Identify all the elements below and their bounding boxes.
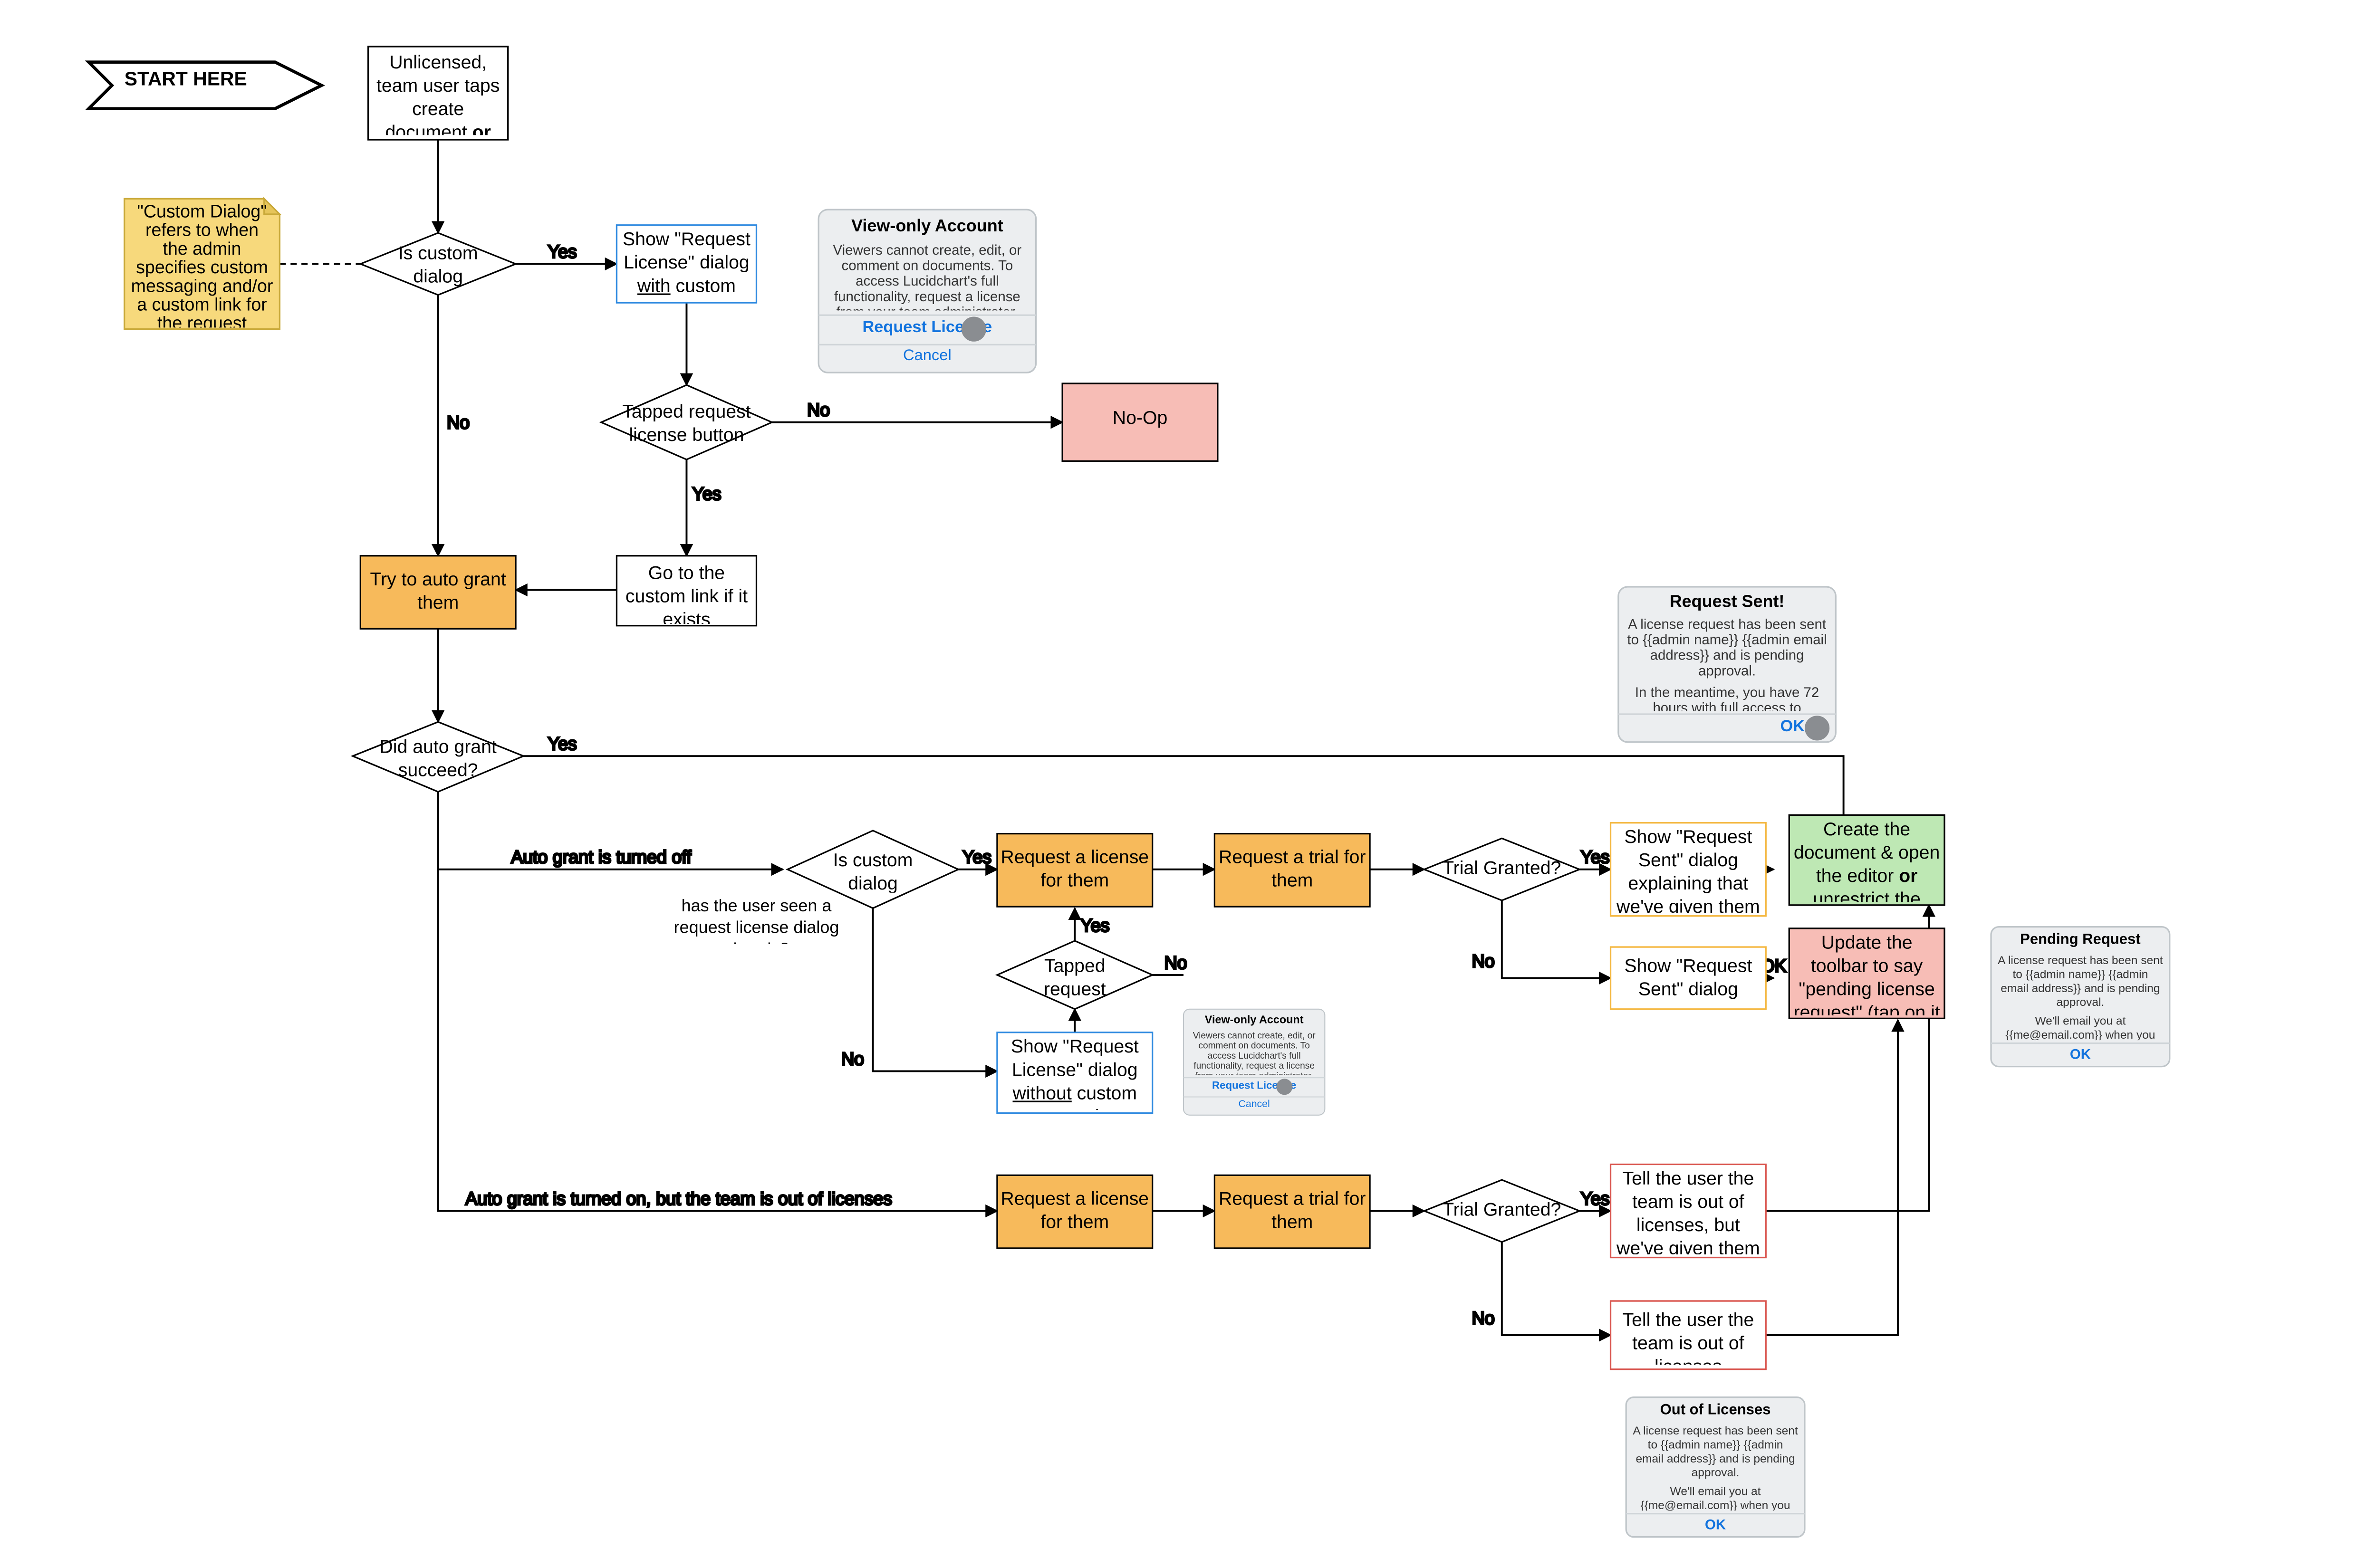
label-yes: Yes: [548, 241, 577, 261]
start-label: START HERE: [96, 68, 275, 90]
tap-indicator-icon: [1276, 1079, 1292, 1095]
node-show-with: Show "Request License" dialog with custo…: [616, 225, 756, 303]
node-create: Create the document & open the editor or…: [1789, 815, 1944, 905]
mock-request-license-btn[interactable]: Request License: [827, 318, 1029, 337]
node-custom-link: Go to the custom link if it exists: [616, 556, 756, 626]
label-no-3: No: [1472, 951, 1495, 971]
mock-out-of-licenses: Out of Licenses A license request has be…: [1626, 1397, 1805, 1537]
mock-pending-ok-btn[interactable]: OK: [1997, 1046, 2164, 1062]
node-sent-trial: Show "Request Sent" dialog explaining th…: [1611, 823, 1766, 916]
label-yes-4: Yes: [962, 847, 991, 867]
label-auto-off: Auto grant is turned off: [511, 847, 692, 867]
mock-sent-ok-btn[interactable]: OK: [1626, 717, 1805, 736]
node-show-without: Show "Request License" dialog without cu…: [997, 1033, 1153, 1113]
flow-diagram: Yes No Yes No Yes Auto grant is turned o…: [0, 0, 2367, 1568]
node-try-auto: Try to auto grant them: [360, 556, 516, 629]
node-req-license-1: Request a license for them: [997, 834, 1153, 907]
label-yes-3: Yes: [548, 734, 577, 754]
node-tapped-2: Tapped request license button: [997, 941, 1153, 1009]
note-text: "Custom Dialog" refers to when the admin…: [131, 203, 274, 327]
mock-request-license-btn-small[interactable]: Request License: [1189, 1080, 1320, 1091]
label-yes-5: Yes: [1580, 847, 1609, 867]
node-req-trial-2: Request a trial for them: [1214, 1175, 1370, 1248]
mock-cancel-btn-small[interactable]: Cancel: [1189, 1099, 1320, 1110]
start-arrow: START HERE: [89, 62, 322, 109]
mock-pending-request: Pending Request A license request has be…: [1991, 927, 2170, 1067]
label-no-6: No: [1472, 1308, 1495, 1328]
label-no-5: No: [1164, 953, 1187, 973]
node-req-trial-1: Request a trial for them: [1214, 834, 1370, 907]
label-no-4: No: [841, 1049, 864, 1069]
label-yes-6: Yes: [1080, 915, 1109, 935]
sticky-note: "Custom Dialog" refers to when the admin…: [125, 199, 280, 329]
node-out-trial: Tell the user the team is out of license…: [1611, 1164, 1766, 1257]
node-trial-1: Trial Granted?: [1424, 838, 1579, 900]
node-start: Unlicensed, team user taps create docume…: [368, 47, 508, 140]
mock-cancel-btn[interactable]: Cancel: [827, 348, 1029, 365]
node-did-auto: Did auto grant succeed?: [353, 722, 523, 792]
label-yes-2: Yes: [692, 484, 721, 504]
node-custom-dialog-1: Is custom dialog enabled?: [360, 233, 516, 295]
tap-indicator-icon: [962, 317, 986, 342]
tap-indicator-icon: [1805, 716, 1829, 740]
label-no: No: [807, 400, 830, 420]
mock-request-sent: Request Sent! A license request has been…: [1618, 587, 1836, 742]
label-yes-7: Yes: [1580, 1188, 1609, 1208]
mock-view-only-large: View-only Account Viewers cannot create,…: [818, 210, 1036, 373]
mock-view-only-small: View-only Account Viewers cannot create,…: [1184, 1009, 1325, 1115]
node-out: Tell the user the team is out of license…: [1611, 1301, 1766, 1369]
node-tapped-1: Tapped request license button: [601, 385, 772, 459]
label-no-2: No: [447, 412, 470, 432]
label-has-seen: has the user seen a request license dial…: [655, 898, 857, 944]
node-sent: Show "Request Sent" dialog: [1611, 947, 1766, 1009]
mock-out-ok-btn[interactable]: OK: [1632, 1517, 1799, 1532]
label-auto-out: Auto grant is turned on, but the team is…: [465, 1188, 892, 1208]
node-update: Update the toolbar to say "pending licen…: [1789, 928, 1944, 1019]
node-noop: No-Op: [1062, 383, 1218, 461]
node-trial-2: Trial Granted?: [1424, 1180, 1579, 1242]
node-custom-dialog-2: Is custom dialog enabled?: [788, 831, 958, 908]
node-req-license-2: Request a license for them: [997, 1175, 1153, 1248]
